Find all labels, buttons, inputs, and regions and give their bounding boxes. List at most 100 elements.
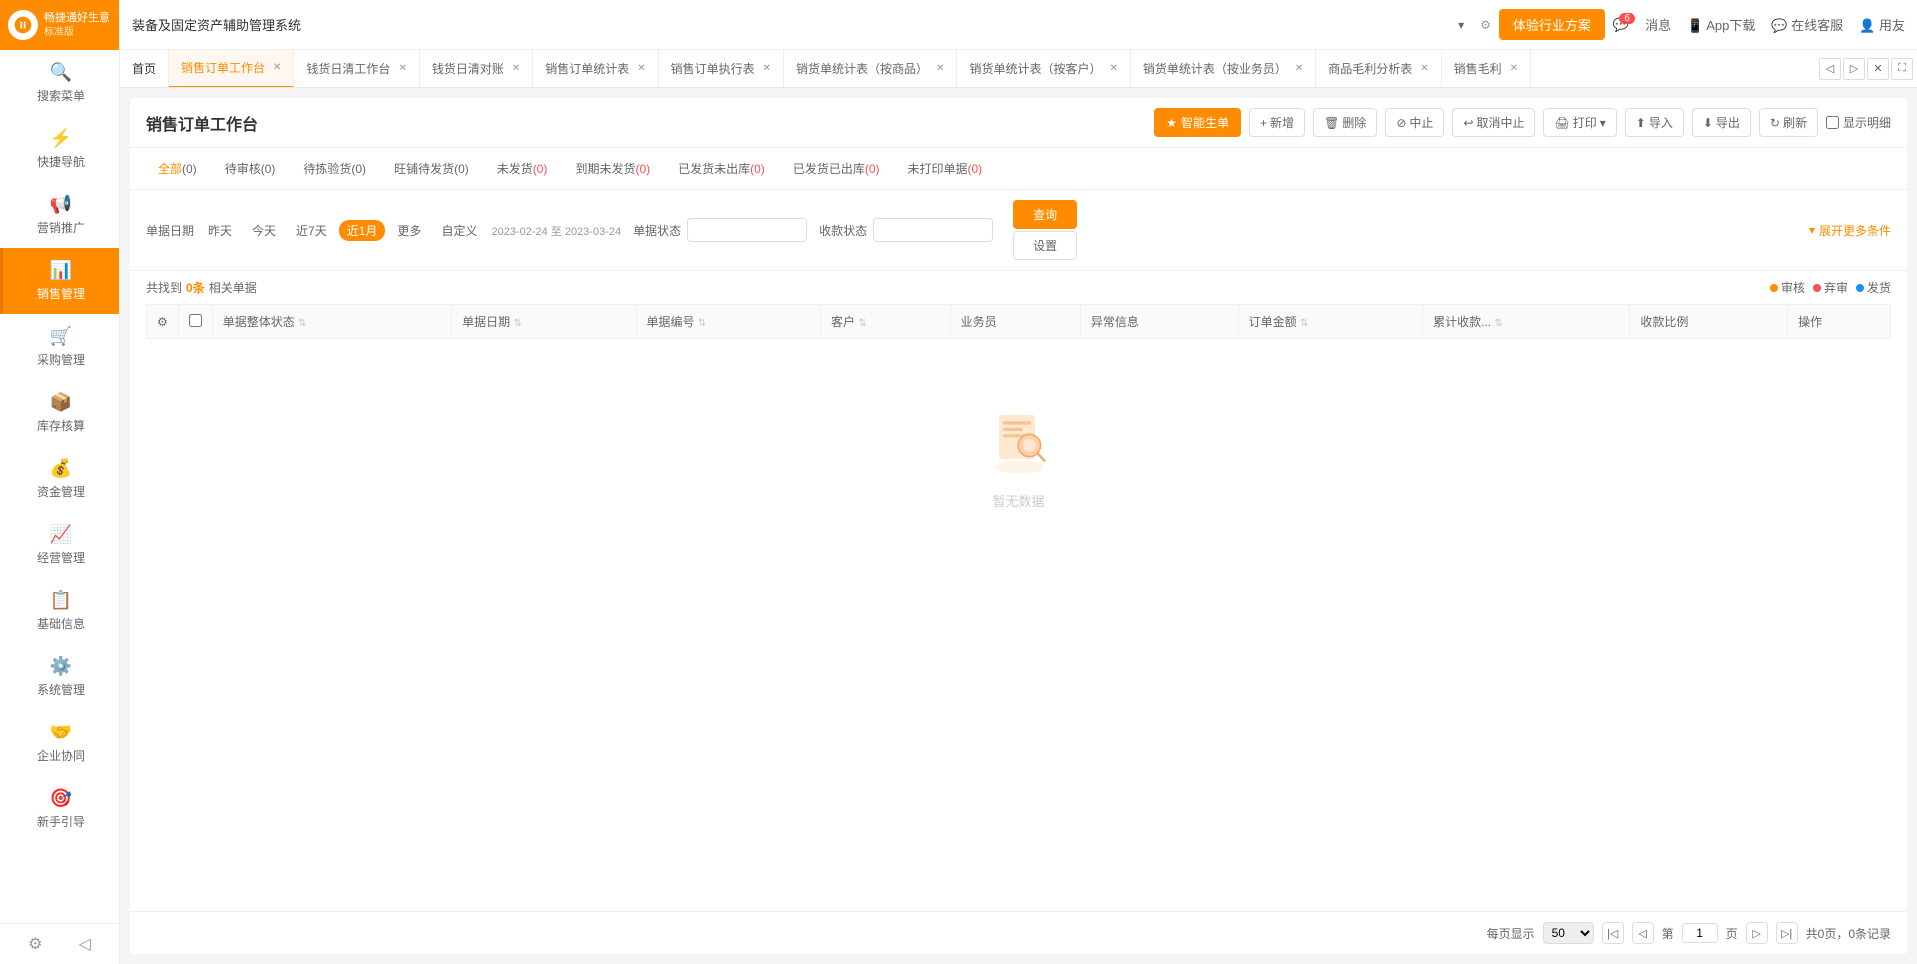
detail-checkbox-input[interactable] xyxy=(1826,116,1839,129)
filter-tab-0[interactable]: 全部(0) xyxy=(146,156,209,181)
tab-next-btn[interactable]: ▷ xyxy=(1843,58,1865,80)
filter-tab-6[interactable]: 已发货未出库(0) xyxy=(666,156,777,181)
suspend-btn[interactable]: ⊘ 中止 xyxy=(1385,108,1444,137)
date-badge-更多[interactable]: 更多 xyxy=(389,220,429,241)
online-service[interactable]: 💬 在线客服 xyxy=(1771,15,1843,34)
abandon-audit-btn[interactable]: 弃审 xyxy=(1813,279,1848,296)
sidebar-item-营销推广[interactable]: 📢 营销推广 xyxy=(0,182,119,248)
tab-close-icon[interactable]: ✕ xyxy=(936,63,944,74)
payment-select[interactable] xyxy=(873,218,993,242)
prev-page-btn[interactable]: ◁ xyxy=(1632,922,1654,944)
user-avatar[interactable]: 👤 用友 xyxy=(1859,15,1905,34)
tab-close-icon[interactable]: ✕ xyxy=(1109,63,1117,74)
add-btn[interactable]: + 新增 xyxy=(1249,108,1305,137)
import-btn[interactable]: ⬆ 导入 xyxy=(1625,108,1684,137)
sort-icon: ⇅ xyxy=(1494,318,1502,329)
query-btn[interactable]: 查询 xyxy=(1013,200,1077,229)
cancel-suspend-btn[interactable]: ↩ 取消中止 xyxy=(1452,108,1535,137)
ship-btn[interactable]: 发货 xyxy=(1856,279,1891,296)
refresh-btn[interactable]: ↻ 刷新 xyxy=(1759,108,1818,137)
sidebar-item-销售管理[interactable]: 📊 销售管理 xyxy=(0,248,119,314)
th-checkbox[interactable] xyxy=(178,305,212,339)
page-input[interactable] xyxy=(1682,923,1718,943)
th-cumulative[interactable]: 累计收款... ⇅ xyxy=(1423,305,1630,339)
filter-tab-4[interactable]: 未发货(0) xyxy=(485,156,560,181)
system-dropdown[interactable]: ▾ xyxy=(1458,18,1464,32)
tab-10[interactable]: 销售毛利✕ xyxy=(1442,50,1531,88)
filter-tab-7[interactable]: 已发货已出库(0) xyxy=(781,156,892,181)
sidebar-item-新手引导[interactable]: 🎯 新手引导 xyxy=(0,776,119,842)
th-number[interactable]: 单据编号 ⇅ xyxy=(636,305,820,339)
industry-btn[interactable]: 体验行业方案 xyxy=(1499,9,1605,40)
first-page-btn[interactable]: |◁ xyxy=(1602,922,1624,944)
tab-prev-btn[interactable]: ◁ xyxy=(1819,58,1841,80)
tab-close-icon[interactable]: ✕ xyxy=(273,62,281,73)
tab-fullscreen-btn[interactable]: ⛶ xyxy=(1891,58,1913,80)
tab-close-icon[interactable]: ✕ xyxy=(512,63,520,74)
expand-filter-btn[interactable]: ▾ 展开更多条件 xyxy=(1809,222,1891,239)
tab-8[interactable]: 销货单统计表（按业务员）✕ xyxy=(1131,50,1316,88)
show-detail-checkbox[interactable]: 显示明细 xyxy=(1826,114,1891,131)
sidebar-item-经营管理[interactable]: 📈 经营管理 xyxy=(0,512,119,578)
date-badge-昨天[interactable]: 昨天 xyxy=(200,220,240,241)
filter-tab-5[interactable]: 到期未发货(0) xyxy=(563,156,662,181)
print-btn[interactable]: 🖨 打印 ▾ xyxy=(1543,108,1616,137)
settings-icon[interactable]: ⚙ xyxy=(28,934,42,954)
th-amount[interactable]: 订单金额 ⇅ xyxy=(1238,305,1422,339)
tab-2[interactable]: 钱货日清工作台✕ xyxy=(294,50,419,88)
set-btn[interactable]: 设置 xyxy=(1013,231,1077,260)
sidebar-item-快捷导航[interactable]: ⚡ 快捷导航 xyxy=(0,116,119,182)
th-operation[interactable]: 操作 xyxy=(1788,305,1891,339)
sidebar-item-基础信息[interactable]: 📋 基础信息 xyxy=(0,578,119,644)
tab-close-icon[interactable]: ✕ xyxy=(1420,63,1428,74)
app-download[interactable]: 📱 App下载 xyxy=(1687,15,1755,34)
export-btn[interactable]: ⬇ 导出 xyxy=(1692,108,1751,137)
th-customer[interactable]: 客户 ⇅ xyxy=(821,305,951,339)
tab-0[interactable]: 首页 xyxy=(120,50,169,88)
tab-5[interactable]: 销售订单执行表✕ xyxy=(659,50,784,88)
date-badge-自定义[interactable]: 自定义 xyxy=(433,220,485,241)
date-badge-近1月[interactable]: 近1月 xyxy=(339,220,386,241)
filter-tab-8[interactable]: 未打印单据(0) xyxy=(896,156,995,181)
tab-4[interactable]: 销售订单统计表✕ xyxy=(533,50,658,88)
date-badge-今天[interactable]: 今天 xyxy=(244,220,284,241)
status-select[interactable] xyxy=(687,218,807,242)
th-ratio[interactable]: 收款比例 xyxy=(1630,305,1788,339)
tab-close-icon[interactable]: ✕ xyxy=(637,63,645,74)
sidebar-item-企业协同[interactable]: 🤝 企业协同 xyxy=(0,710,119,776)
tab-close-icon[interactable]: ✕ xyxy=(763,63,771,74)
filter-tab-2[interactable]: 待拣验货(0) xyxy=(291,156,378,181)
settings-icon-topbar[interactable]: ⚙ xyxy=(1480,18,1491,32)
select-all-checkbox[interactable] xyxy=(189,314,202,327)
message-badge[interactable]: 💬 6 xyxy=(1613,17,1629,33)
tab-3[interactable]: 钱货日清对账✕ xyxy=(420,50,533,88)
sidebar-item-资金管理[interactable]: 💰 资金管理 xyxy=(0,446,119,512)
next-page-btn[interactable]: ▷ xyxy=(1746,922,1768,944)
sidebar-item-采购管理[interactable]: 🛒 采购管理 xyxy=(0,314,119,380)
sidebar-item-系统管理[interactable]: ⚙️ 系统管理 xyxy=(0,644,119,710)
tab-close-icon[interactable]: ✕ xyxy=(398,63,406,74)
th-settings[interactable]: ⚙ xyxy=(147,305,179,339)
tab-close-icon[interactable]: ✕ xyxy=(1295,63,1303,74)
filter-tab-3[interactable]: 旺铺待发货(0) xyxy=(382,156,481,181)
th-date[interactable]: 单据日期 ⇅ xyxy=(452,305,636,339)
tab-close-icon[interactable]: ✕ xyxy=(1510,63,1518,74)
tab-9[interactable]: 商品毛利分析表✕ xyxy=(1316,50,1441,88)
collapse-icon[interactable]: ◁ xyxy=(79,934,91,954)
tab-7[interactable]: 销货单统计表（按客户）✕ xyxy=(957,50,1130,88)
last-page-btn[interactable]: ▷| xyxy=(1776,922,1798,944)
delete-btn[interactable]: 🗑 删除 xyxy=(1313,108,1377,137)
th-salesman[interactable]: 业务员 xyxy=(950,305,1080,339)
page-size-select[interactable]: 50 100 200 xyxy=(1543,922,1594,944)
th-status[interactable]: 单据整体状态 ⇅ xyxy=(212,305,451,339)
filter-tab-1[interactable]: 待审核(0) xyxy=(213,156,288,181)
th-exception[interactable]: 异常信息 xyxy=(1080,305,1238,339)
audit-btn[interactable]: 审核 xyxy=(1770,279,1805,296)
date-badge-近7天[interactable]: 近7天 xyxy=(288,220,335,241)
sidebar-item-库存核算[interactable]: 📦 库存核算 xyxy=(0,380,119,446)
tab-close-all-btn[interactable]: ✕ xyxy=(1867,58,1889,80)
smart-btn[interactable]: ★ 智能生单 xyxy=(1154,108,1241,137)
tab-6[interactable]: 销货单统计表（按商品）✕ xyxy=(784,50,957,88)
sidebar-item-搜索菜单[interactable]: 🔍 搜索菜单 xyxy=(0,50,119,116)
tab-1[interactable]: 销售订单工作台✕ xyxy=(169,50,294,88)
